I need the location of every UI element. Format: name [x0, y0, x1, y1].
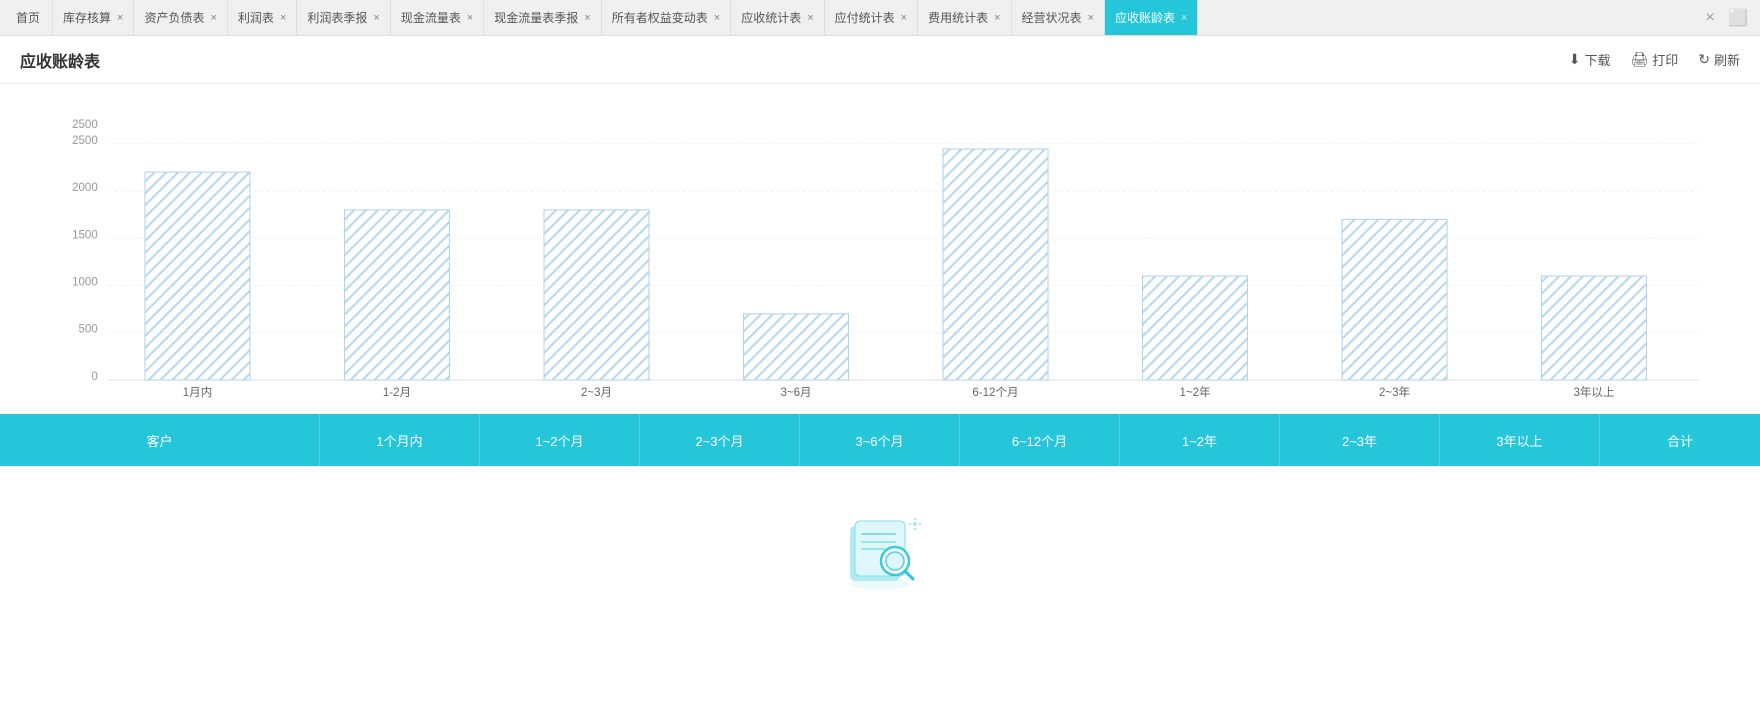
- svg-text:3年以上: 3年以上: [1573, 385, 1614, 399]
- chart-container: 0 500 1000 1500 2000 2500 2500: [40, 104, 1720, 404]
- header-actions: ⬇ 下载 🖨 打印 ↻ 刷新: [1569, 50, 1740, 69]
- tab-close-balance-sheet[interactable]: ×: [210, 12, 216, 24]
- th-3~6个月: 3~6个月: [800, 414, 960, 466]
- svg-text:500: 500: [78, 324, 97, 336]
- tab-cashflow[interactable]: 现金流量表 ×: [391, 0, 484, 36]
- svg-text:1-2月: 1-2月: [383, 387, 411, 399]
- tab-home-label: 首页: [16, 9, 40, 26]
- bar-1-2year: [1143, 276, 1248, 380]
- th-1~2年: 1~2年: [1120, 414, 1280, 466]
- tab-close-expense-stats[interactable]: ×: [994, 12, 1000, 24]
- refresh-label: 刷新: [1714, 50, 1740, 69]
- empty-state: [0, 466, 1760, 616]
- tab-close-cashflow[interactable]: ×: [467, 12, 473, 24]
- window-controls: × ⬜: [1692, 8, 1756, 28]
- bar-2-3year: [1342, 219, 1447, 380]
- tab-ar-aging[interactable]: 应收账龄表 ×: [1105, 0, 1198, 36]
- bar-2-3month: [544, 210, 649, 380]
- tab-label: 资产负债表: [144, 9, 204, 26]
- tab-label: 利润表季报: [307, 9, 367, 26]
- th-6~12个月: 6~12个月: [960, 414, 1120, 466]
- tab-close-operations[interactable]: ×: [1088, 12, 1094, 24]
- page-header: 应收账龄表 ⬇ 下载 🖨 打印 ↻ 刷新: [0, 36, 1760, 84]
- tab-home[interactable]: 首页: [4, 0, 53, 36]
- tab-expense-stats[interactable]: 费用统计表 ×: [918, 0, 1011, 36]
- bar-1month: [145, 172, 250, 380]
- refresh-button[interactable]: ↻ 刷新: [1698, 50, 1740, 69]
- tab-bar: 首页 库存核算×资产负债表×利润表×利润表季报×现金流量表×现金流量表季报×所有…: [0, 0, 1760, 36]
- bar-3-6month: [744, 314, 849, 380]
- download-icon: ⬇: [1569, 51, 1581, 68]
- tab-income-quarterly[interactable]: 利润表季报 ×: [297, 0, 390, 36]
- svg-text:1500: 1500: [72, 229, 98, 241]
- print-icon: 🖨: [1630, 51, 1648, 68]
- th-2~3年: 2~3年: [1280, 414, 1440, 466]
- svg-text:3~6月: 3~6月: [780, 387, 811, 399]
- svg-text:6-12个月: 6-12个月: [972, 386, 1018, 399]
- tab-inventory[interactable]: 库存核算 ×: [53, 0, 134, 36]
- bar-3year-plus: [1542, 276, 1647, 380]
- svg-text:2~3年: 2~3年: [1379, 385, 1410, 399]
- page-title: 应收账龄表: [20, 48, 100, 72]
- refresh-icon: ↻: [1698, 51, 1710, 68]
- tab-close-ar-stats[interactable]: ×: [807, 12, 813, 24]
- svg-text:1000: 1000: [72, 277, 98, 289]
- download-button[interactable]: ⬇ 下载: [1569, 50, 1611, 69]
- main-content: 0 500 1000 1500 2000 2500 2500: [0, 84, 1760, 720]
- table-header: 客户1个月内1~2个月2~3个月3~6个月6~12个月1~2年2~3年3年以上合…: [0, 414, 1760, 466]
- svg-text:2000: 2000: [72, 182, 98, 194]
- tab-label: 经营状况表: [1022, 9, 1082, 26]
- tab-label: 现金流量表季报: [494, 9, 578, 26]
- svg-text:0: 0: [91, 371, 97, 383]
- tab-label: 现金流量表: [401, 9, 461, 26]
- bar-6-12month: [943, 149, 1048, 380]
- tab-label: 应收统计表: [741, 9, 801, 26]
- tab-label: 费用统计表: [928, 9, 988, 26]
- tab-ap-stats[interactable]: 应付统计表 ×: [825, 0, 918, 36]
- tab-close-equity[interactable]: ×: [714, 12, 720, 24]
- tab-ar-stats[interactable]: 应收统计表 ×: [731, 0, 824, 36]
- tab-label: 利润表: [238, 9, 274, 26]
- svg-text:1月内: 1月内: [183, 385, 212, 399]
- tab-equity[interactable]: 所有者权益变动表 ×: [602, 0, 731, 36]
- bar-1-2month: [345, 210, 450, 380]
- chart-area: 0 500 1000 1500 2000 2500 2500: [0, 84, 1760, 414]
- tab-balance-sheet[interactable]: 资产负债表 ×: [134, 0, 227, 36]
- tab-income[interactable]: 利润表 ×: [228, 0, 297, 36]
- th-3年以上: 3年以上: [1440, 414, 1600, 466]
- th-客户: 客户: [0, 414, 320, 466]
- tab-close-income[interactable]: ×: [280, 12, 286, 24]
- close-button[interactable]: ×: [1700, 8, 1720, 28]
- bar-chart: 0 500 1000 1500 2000 2500 2500: [40, 104, 1720, 404]
- th-2~3个月: 2~3个月: [640, 414, 800, 466]
- download-label: 下载: [1584, 50, 1610, 69]
- print-button[interactable]: 🖨 打印: [1630, 50, 1678, 69]
- tab-operations[interactable]: 经营状况表 ×: [1012, 0, 1105, 36]
- tab-label: 所有者权益变动表: [612, 9, 708, 26]
- svg-text:2500: 2500: [72, 135, 98, 147]
- tab-close-income-quarterly[interactable]: ×: [373, 12, 379, 24]
- print-label: 打印: [1652, 50, 1678, 69]
- tab-label: 应付统计表: [835, 9, 895, 26]
- tab-close-ar-aging[interactable]: ×: [1181, 12, 1187, 24]
- empty-icon: [830, 506, 930, 596]
- tab-close-cashflow-quarterly[interactable]: ×: [584, 12, 590, 24]
- th-1~2个月: 1~2个月: [480, 414, 640, 466]
- svg-text:2~3月: 2~3月: [581, 387, 612, 399]
- svg-text:2500: 2500: [72, 119, 98, 131]
- tab-close-ap-stats[interactable]: ×: [901, 12, 907, 24]
- svg-text:1~2年: 1~2年: [1179, 385, 1210, 399]
- maximize-button[interactable]: ⬜: [1728, 8, 1748, 28]
- th-1个月内: 1个月内: [320, 414, 480, 466]
- tab-close-inventory[interactable]: ×: [117, 12, 123, 24]
- tab-label: 库存核算: [63, 9, 111, 26]
- tab-label: 应收账龄表: [1115, 9, 1175, 26]
- tab-cashflow-quarterly[interactable]: 现金流量表季报 ×: [484, 0, 601, 36]
- th-合计: 合计: [1600, 414, 1760, 466]
